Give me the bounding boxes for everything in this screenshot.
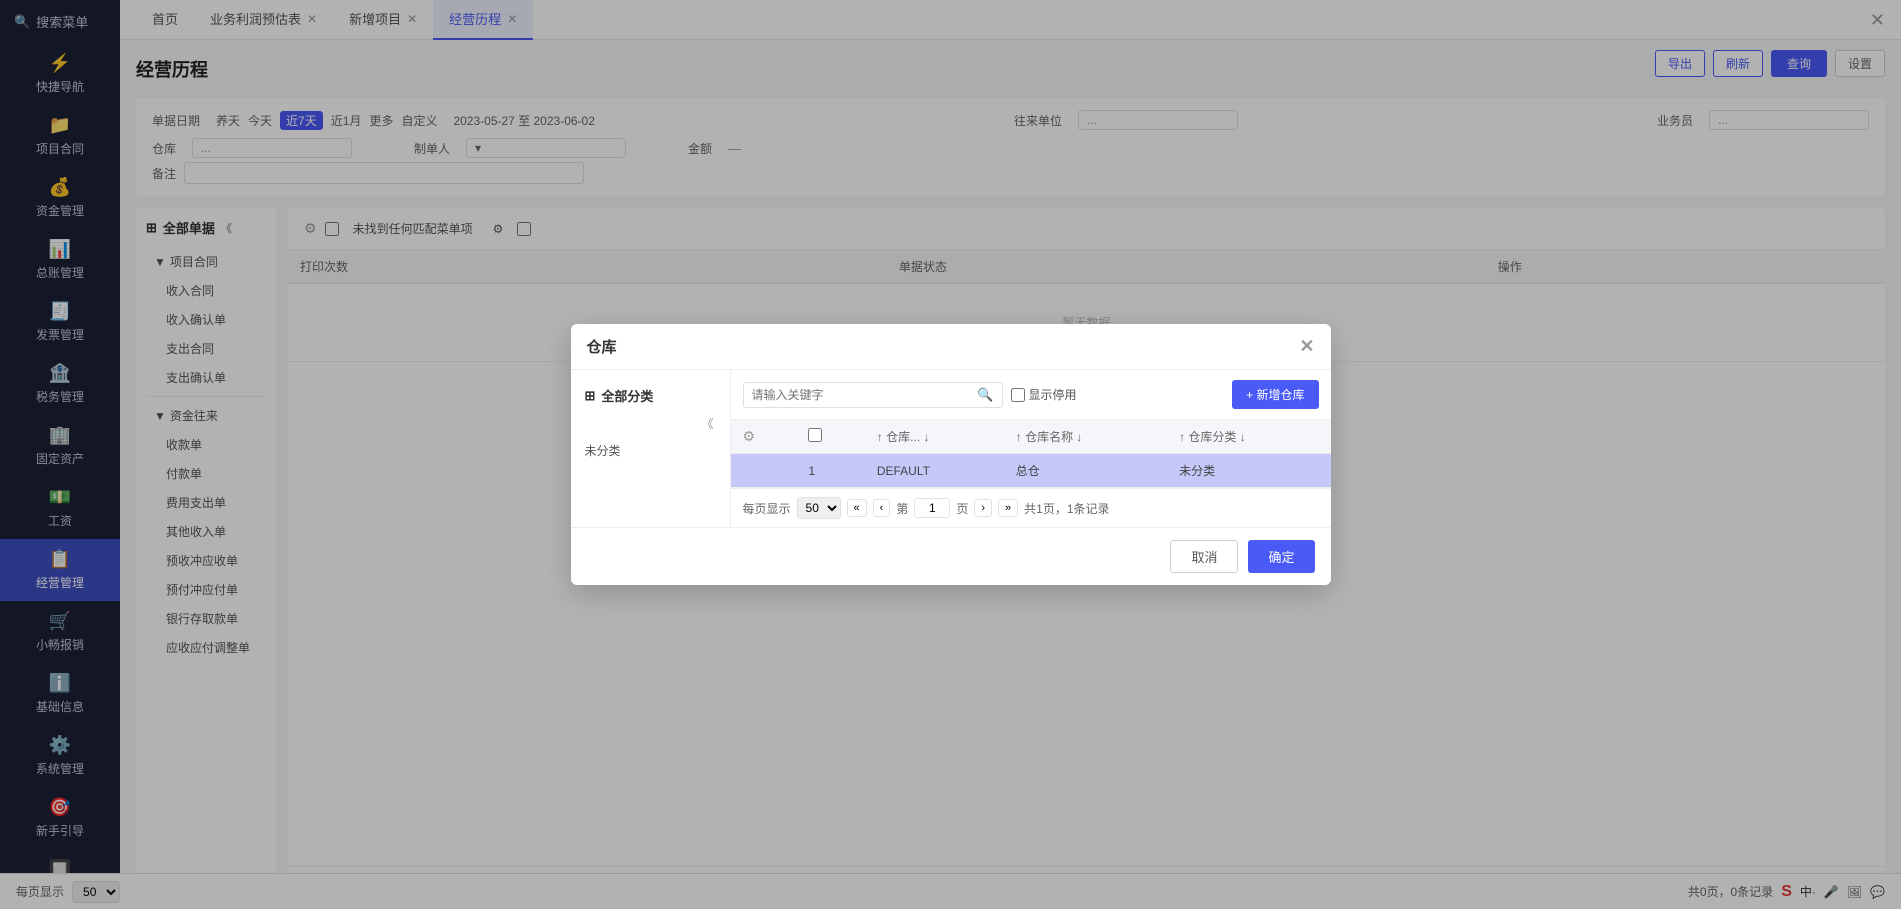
modal-toolbar: 🔍 显示停用 + 新增仓库 [731,370,1331,420]
modal-prev-btn[interactable]: ‹ [873,499,891,517]
modal-page-input[interactable] [914,498,950,518]
modal-per-page-label: 每页显示 [743,500,791,517]
modal-left-all-text: 全部分类 [601,386,653,405]
row-category: 未分类 [1167,454,1330,488]
modal-left-all-label[interactable]: ⊞ 全部分类 [571,380,730,411]
modal-col-gear: ⚙ [731,420,797,454]
add-warehouse-button[interactable]: + 新增仓库 [1232,380,1318,409]
cancel-button[interactable]: 取消 [1170,540,1238,573]
modal-table-row[interactable]: 1 DEFAULT 总仓 未分类 [731,454,1331,488]
modal-search-icon[interactable]: 🔍 [977,387,993,403]
modal-show-disabled-checkbox[interactable] [1011,388,1025,402]
modal-header: 仓库 ✕ [571,324,1331,370]
modal-last-page-btn[interactable]: » [998,499,1018,517]
modal-col-category[interactable]: ↑ 仓库分类 ↓ [1167,420,1330,454]
modal-body: ⊞ 全部分类 《 未分类 🔍 显示停用 [571,370,1331,527]
modal-left-collapse-btn[interactable]: 《 [693,411,721,436]
modal-pagination: 每页显示 50 « ‹ 第 页 › » 共1页，1条记录 [731,488,1331,527]
modal-title: 仓库 [587,336,617,357]
confirm-button[interactable]: 确定 [1248,540,1314,573]
warehouse-modal: 仓库 ✕ ⊞ 全部分类 《 未分类 [571,324,1331,585]
modal-show-disabled-label[interactable]: 显示停用 [1011,386,1077,403]
modal-page-label: 第 [896,500,908,517]
modal-table: ⚙ ↑ 仓库... ↓ ↑ 仓库名称 ↓ [731,420,1331,488]
modal-table-wrapper: ⚙ ↑ 仓库... ↓ ↑ 仓库名称 ↓ [731,420,1331,488]
modal-left-panel: ⊞ 全部分类 《 未分类 [571,370,731,527]
modal-select-all[interactable] [808,428,822,442]
row-num: 1 [796,454,864,488]
row-code: DEFAULT [865,454,1004,488]
row-gear [731,454,797,488]
row-name: 总仓 [1004,454,1167,488]
modal-search-box: 🔍 [743,382,1003,408]
modal-footer: 取消 确定 [571,527,1331,585]
modal-page-suffix: 页 [956,500,968,517]
modal-search-input[interactable] [752,388,972,402]
modal-col-checkbox [796,420,864,454]
modal-overlay[interactable]: 仓库 ✕ ⊞ 全部分类 《 未分类 [0,0,1901,909]
modal-col-code[interactable]: ↑ 仓库... ↓ [865,420,1004,454]
modal-first-page-btn[interactable]: « [847,499,867,517]
modal-per-page-select[interactable]: 50 [797,497,841,519]
modal-show-disabled-text: 显示停用 [1029,386,1077,403]
modal-total-info: 共1页，1条记录 [1024,500,1109,517]
grid-icon2: ⊞ [585,388,596,404]
modal-col-name[interactable]: ↑ 仓库名称 ↓ [1004,420,1167,454]
modal-next-btn[interactable]: › [974,499,992,517]
col-gear-icon[interactable]: ⚙ [743,428,756,444]
modal-left-unclassified[interactable]: 未分类 [571,436,730,465]
modal-right-panel: 🔍 显示停用 + 新增仓库 ⚙ [731,370,1331,527]
modal-close-icon[interactable]: ✕ [1299,336,1314,357]
